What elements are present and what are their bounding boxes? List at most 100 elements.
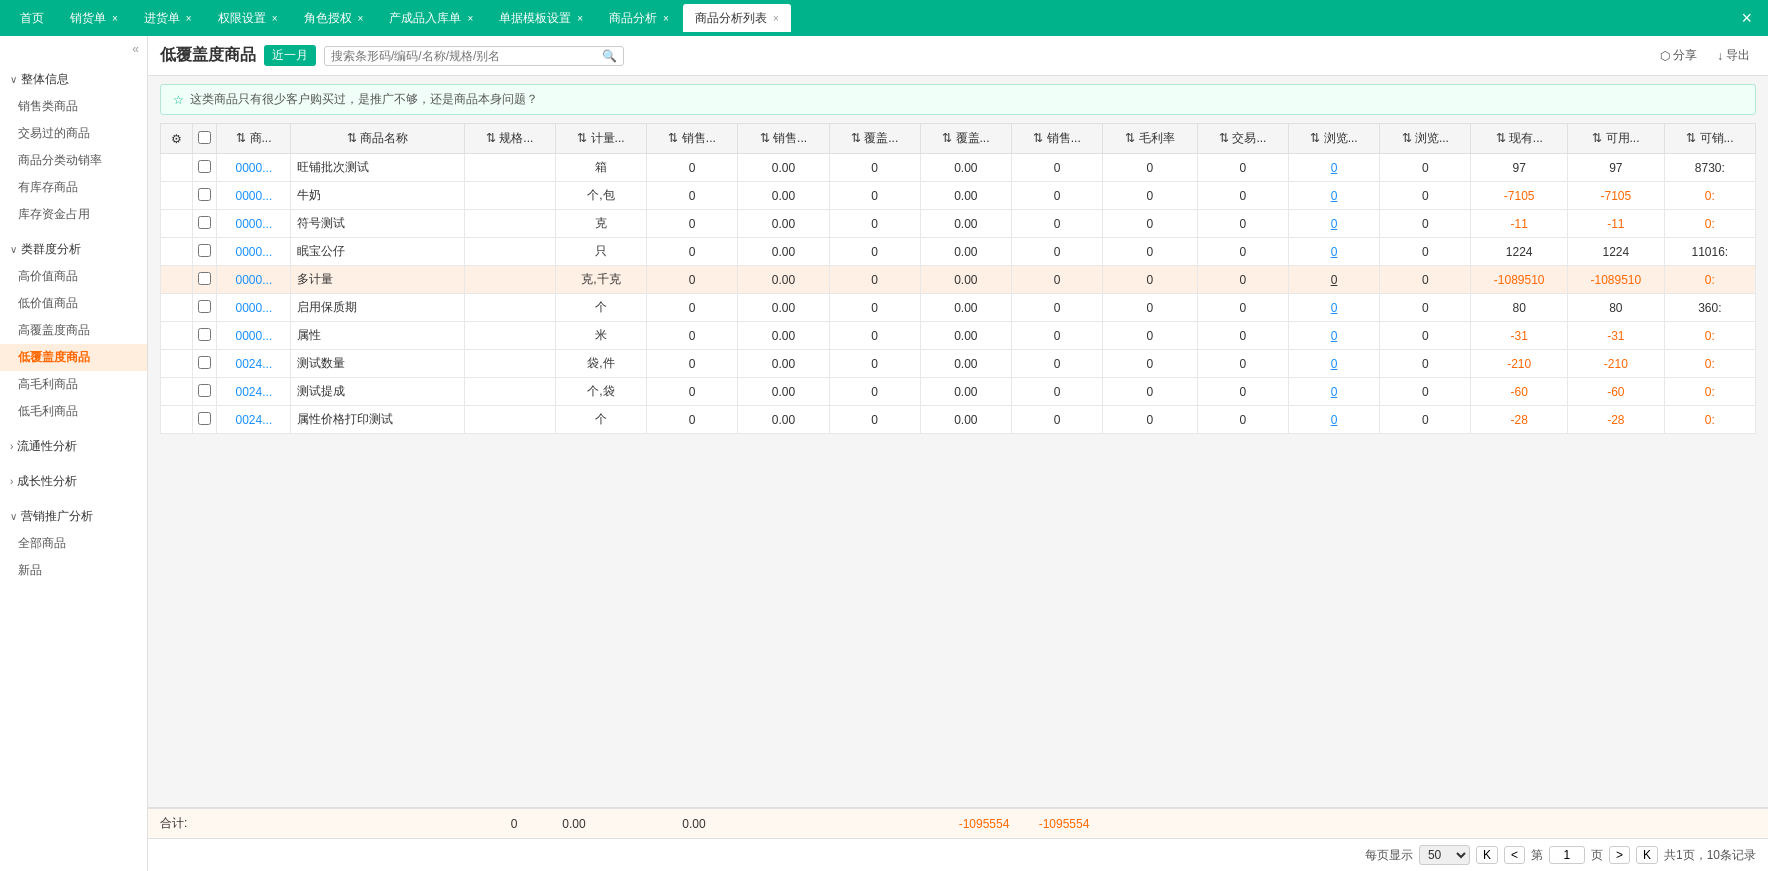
coverage1-col-header[interactable]: ⇅ 覆盖... [829, 124, 920, 154]
gross-margin-col-header[interactable]: ⇅ 毛利率 [1103, 124, 1197, 154]
row-browse1[interactable]: 0 [1288, 266, 1379, 294]
nav-tab-product-analysis[interactable]: 商品分析 × [597, 4, 681, 32]
code-col-header[interactable]: ⇅ 商... [217, 124, 291, 154]
close-all-button[interactable]: × [1733, 8, 1760, 29]
last-page-button[interactable]: K [1636, 846, 1658, 864]
close-icon[interactable]: × [358, 13, 364, 24]
row-checkbox[interactable] [193, 210, 217, 238]
checkbox-col-header[interactable] [193, 124, 217, 154]
sidebar-group-circulation[interactable]: › 流通性分析 [0, 433, 147, 460]
row-gross-margin: 0 [1103, 350, 1197, 378]
row-browse1[interactable]: 0 [1288, 350, 1379, 378]
close-icon[interactable]: × [663, 13, 669, 24]
close-icon[interactable]: × [773, 13, 779, 24]
row-browse1[interactable]: 0 [1288, 378, 1379, 406]
row-name[interactable]: 属性价格打印测试 [291, 406, 464, 434]
sales-qty-col-header[interactable]: ⇅ 销售... [647, 124, 738, 154]
nav-tab-role[interactable]: 角色授权 × [292, 4, 376, 32]
browse1-col-header[interactable]: ⇅ 浏览... [1288, 124, 1379, 154]
close-icon[interactable]: × [272, 13, 278, 24]
row-name[interactable]: 启用保质期 [291, 294, 464, 322]
sidebar-group-marketing[interactable]: ∨ 营销推广分析 [0, 503, 147, 530]
sidebar-item-sales-products[interactable]: 销售类商品 [0, 93, 147, 120]
nav-tab-home[interactable]: 首页 [8, 4, 56, 32]
page-size-select[interactable]: 50 100 200 [1419, 845, 1470, 865]
row-checkbox[interactable] [193, 266, 217, 294]
browse2-col-header[interactable]: ⇅ 浏览... [1380, 124, 1471, 154]
row-name[interactable]: 属性 [291, 322, 464, 350]
sidebar-group-cluster[interactable]: ∨ 类群度分析 [0, 236, 147, 263]
unit-col-header[interactable]: ⇅ 计量... [555, 124, 646, 154]
sidebar-item-high-coverage[interactable]: 高覆盖度商品 [0, 317, 147, 344]
sidebar-item-all-products[interactable]: 全部商品 [0, 530, 147, 557]
close-icon[interactable]: × [186, 13, 192, 24]
select-all-checkbox[interactable] [198, 131, 211, 144]
coverage2-col-header[interactable]: ⇅ 覆盖... [920, 124, 1011, 154]
name-col-header[interactable]: ⇅ 商品名称 [291, 124, 464, 154]
row-name[interactable]: 多计量 [291, 266, 464, 294]
sidebar-item-category-rate[interactable]: 商品分类动销率 [0, 147, 147, 174]
sidebar-item-new-products[interactable]: 新品 [0, 557, 147, 584]
next-page-button[interactable]: > [1609, 846, 1630, 864]
spec-col-header[interactable]: ⇅ 规格... [464, 124, 555, 154]
row-checkbox[interactable] [193, 378, 217, 406]
row-name[interactable]: 符号测试 [291, 210, 464, 238]
row-browse1[interactable]: 0 [1288, 238, 1379, 266]
first-page-button[interactable]: K [1476, 846, 1498, 864]
row-name[interactable]: 牛奶 [291, 182, 464, 210]
row-checkbox[interactable] [193, 322, 217, 350]
row-name[interactable]: 眠宝公仔 [291, 238, 464, 266]
sidebar-item-low-value[interactable]: 低价值商品 [0, 290, 147, 317]
row-checkbox[interactable] [193, 154, 217, 182]
row-name[interactable]: 测试数量 [291, 350, 464, 378]
row-name[interactable]: 测试提成 [291, 378, 464, 406]
sidebar-item-traded-products[interactable]: 交易过的商品 [0, 120, 147, 147]
close-icon[interactable]: × [467, 13, 473, 24]
nav-tab-permission[interactable]: 权限设置 × [206, 4, 290, 32]
close-icon[interactable]: × [577, 13, 583, 24]
page-number-input[interactable] [1549, 846, 1585, 864]
sidebar-item-high-value[interactable]: 高价值商品 [0, 263, 147, 290]
sidebar-group-overall[interactable]: ∨ 整体信息 [0, 66, 147, 93]
sales3-col-header[interactable]: ⇅ 销售... [1011, 124, 1102, 154]
row-name[interactable]: 旺铺批次测试 [291, 154, 464, 182]
sidebar-group-growth[interactable]: › 成长性分析 [0, 468, 147, 495]
settings-col-header[interactable]: ⚙ [161, 124, 193, 154]
row-checkbox[interactable] [193, 182, 217, 210]
sidebar-item-low-margin[interactable]: 低毛利商品 [0, 398, 147, 425]
row-browse1[interactable]: 0 [1288, 182, 1379, 210]
nav-tab-product-analysis-list[interactable]: 商品分析列表 × [683, 4, 791, 32]
sidebar-item-stocked-products[interactable]: 有库存商品 [0, 174, 147, 201]
share-button[interactable]: ⬡ 分享 [1654, 44, 1703, 67]
nav-tab-template[interactable]: 单据模板设置 × [487, 4, 595, 32]
sidebar-toggle-button[interactable]: « [0, 36, 147, 62]
search-input[interactable] [331, 49, 602, 63]
sales-amt-col-header[interactable]: ⇅ 销售... [738, 124, 829, 154]
export-button[interactable]: ↓ 导出 [1711, 44, 1756, 67]
nav-tab-sales[interactable]: 销货单 × [58, 4, 130, 32]
row-browse1[interactable]: 0 [1288, 154, 1379, 182]
row-checkbox[interactable] [193, 406, 217, 434]
row-browse1[interactable]: 0 [1288, 406, 1379, 434]
row-spec [464, 378, 555, 406]
sidebar-item-inventory-capital[interactable]: 库存资金占用 [0, 201, 147, 228]
row-checkbox[interactable] [193, 238, 217, 266]
row-checkbox[interactable] [193, 294, 217, 322]
date-filter-button[interactable]: 近一月 [264, 45, 316, 66]
row-browse1[interactable]: 0 [1288, 210, 1379, 238]
nav-tab-purchase[interactable]: 进货单 × [132, 4, 204, 32]
sidebar-item-high-margin[interactable]: 高毛利商品 [0, 371, 147, 398]
sort-icon: ⇅ [1125, 131, 1135, 145]
row-browse1[interactable]: 0 [1288, 322, 1379, 350]
row-checkbox[interactable] [193, 350, 217, 378]
current-stock-col-header[interactable]: ⇅ 现有... [1471, 124, 1568, 154]
available-col-header[interactable]: ⇅ 可用... [1568, 124, 1665, 154]
close-icon[interactable]: × [112, 13, 118, 24]
sellable-col-header[interactable]: ⇅ 可销... [1664, 124, 1755, 154]
sidebar-item-low-coverage[interactable]: 低覆盖度商品 [0, 344, 147, 371]
trade-col-header[interactable]: ⇅ 交易... [1197, 124, 1288, 154]
prev-page-button[interactable]: < [1504, 846, 1525, 864]
row-sales3: 0 [1011, 154, 1102, 182]
row-browse1[interactable]: 0 [1288, 294, 1379, 322]
nav-tab-product-in[interactable]: 产成品入库单 × [377, 4, 485, 32]
